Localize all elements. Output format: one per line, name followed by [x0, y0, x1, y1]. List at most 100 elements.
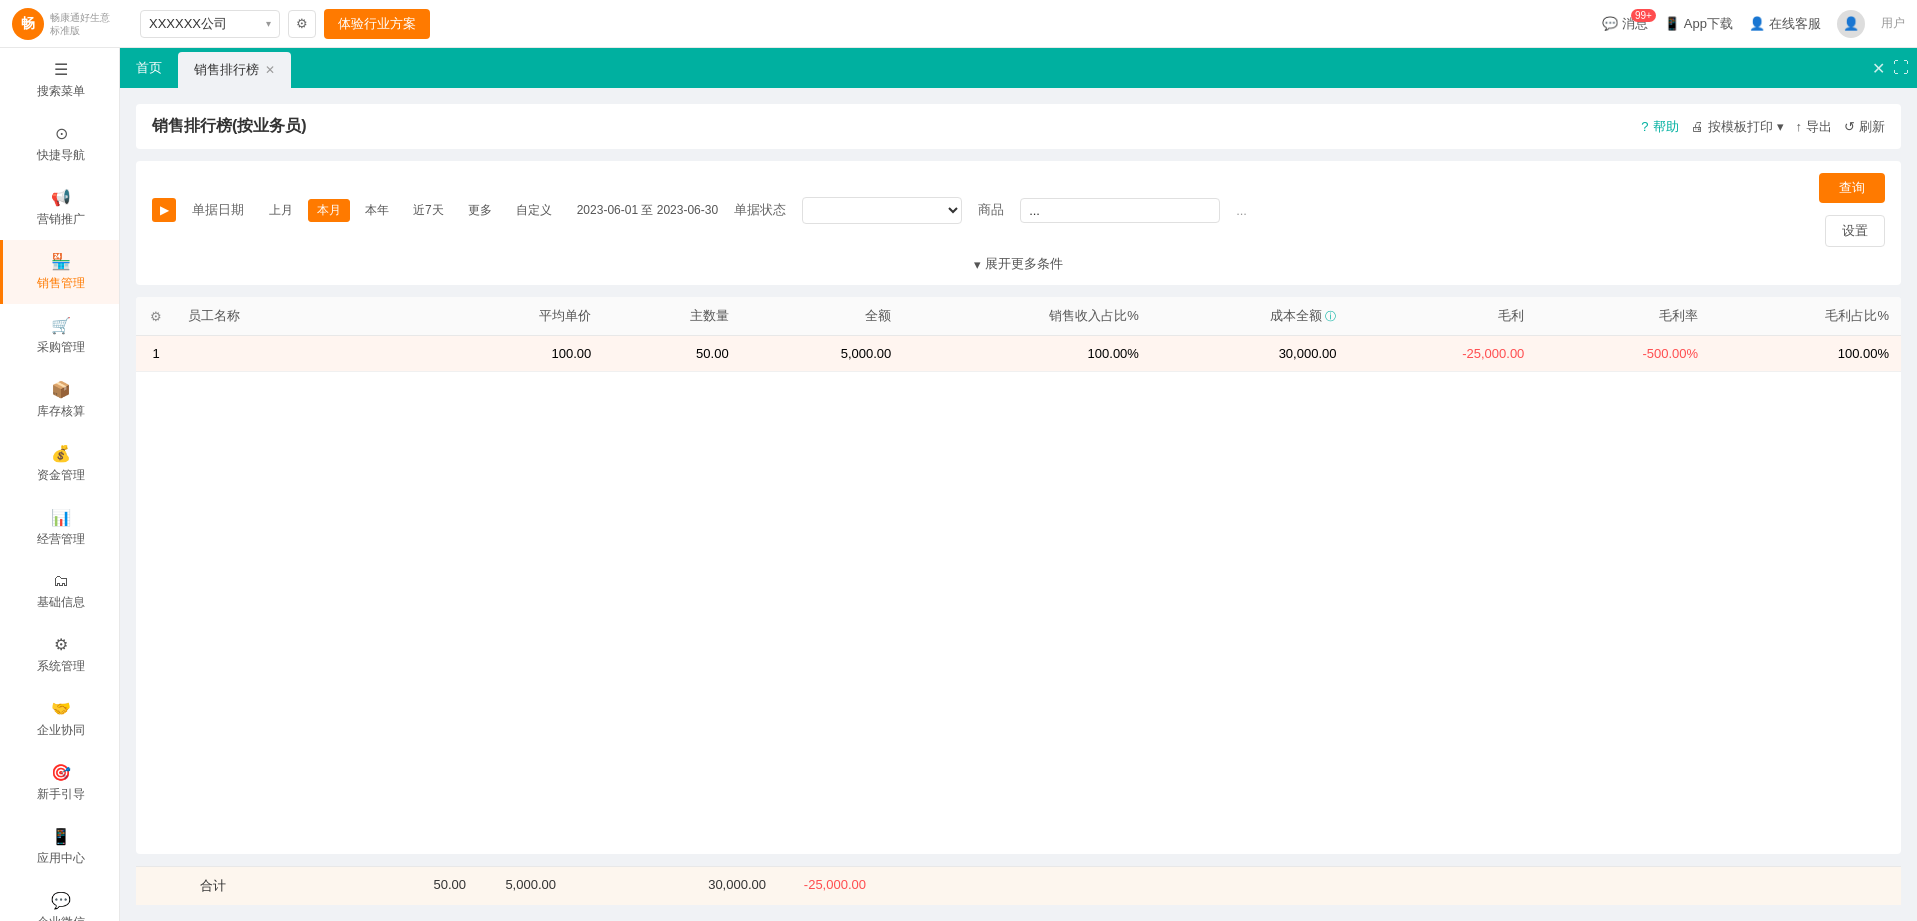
sidebar-item-marketing[interactable]: 📢 营销推广 [0, 176, 119, 240]
top-bar: 畅 畅康通好生意 标准版 XXXXXX公司 ▾ ⚙ 体验行业方案 💬 消息 99… [0, 0, 1917, 48]
tab-right-actions: ✕ ⛶ [1864, 48, 1917, 88]
sidebar-item-label: 应用中心 [37, 850, 85, 867]
goods-input[interactable] [1020, 198, 1220, 223]
logo-icon: 畅 [12, 8, 44, 40]
footer-spacer [148, 877, 188, 895]
filter-area: ▶ 单据日期 上月 本月 本年 近7天 更多 自定义 2023-06-01 至 … [136, 161, 1901, 285]
sidebar-item-label: 新手引导 [37, 786, 85, 803]
basic-icon: 🗂 [53, 572, 69, 590]
marketing-icon: 📢 [51, 188, 71, 207]
cell-gross: -25,000.00 [1348, 336, 1536, 372]
app-icon: 📱 [1664, 16, 1680, 31]
footer-cells: 合计 50.00 5,000.00 30,000.00 -25,000.00 [148, 877, 1889, 895]
trial-button[interactable]: 体验行业方案 [324, 9, 430, 39]
refresh-button[interactable]: ↺ 刷新 [1844, 118, 1885, 136]
sidebar-item-sales[interactable]: 🏪 销售管理 [0, 240, 119, 304]
page-content: 销售排行榜(按业务员) ? 帮助 🖨 按模板打印 ▾ ↑ 导出 [120, 88, 1917, 921]
sidebar-item-purchase[interactable]: 🛒 采购管理 [0, 304, 119, 368]
sidebar-item-system[interactable]: ⚙ 系统管理 [0, 623, 119, 687]
footer-cost: 30,000.00 [678, 877, 778, 895]
sidebar-item-label: 采购管理 [37, 339, 85, 356]
search-icon: ☰ [54, 60, 68, 79]
query-button[interactable]: 查询 [1819, 173, 1885, 203]
sidebar-item-basic[interactable]: 🗂 基础信息 [0, 560, 119, 623]
tab-sales-ranking[interactable]: 销售排行榜 ✕ [178, 52, 291, 88]
service-icon: 👤 [1749, 16, 1765, 31]
sidebar-item-newguide[interactable]: 🎯 新手引导 [0, 751, 119, 815]
sidebar-item-inventory[interactable]: 📦 库存核算 [0, 368, 119, 432]
tab-home[interactable]: 首页 [120, 48, 178, 88]
cell-gross-rate: -500.00% [1536, 336, 1710, 372]
chevron-down-icon: ▾ [266, 18, 271, 29]
company-settings-btn[interactable]: ⚙ [288, 10, 316, 38]
footer-qty: 50.00 [398, 877, 478, 895]
content-area: 首页 销售排行榜 ✕ ✕ ⛶ 销售排行榜(按业务员) ? 帮助 [120, 48, 1917, 921]
date-btn-more[interactable]: 更多 [459, 199, 501, 222]
date-btn-this-month[interactable]: 本月 [308, 199, 350, 222]
sidebar-item-search[interactable]: ☰ 搜索菜单 [0, 48, 119, 112]
date-btn-7days[interactable]: 近7天 [404, 199, 453, 222]
company-name: XXXXXX公司 [149, 15, 262, 33]
company-selector[interactable]: XXXXXX公司 ▾ [140, 10, 280, 38]
online-service-button[interactable]: 👤 在线客服 [1749, 15, 1821, 33]
purchase-icon: 🛒 [51, 316, 71, 335]
sidebar-item-label: 营销推广 [37, 211, 85, 228]
goods-more-icon[interactable]: ... [1236, 203, 1247, 218]
sidebar-item-label: 系统管理 [37, 658, 85, 675]
status-select[interactable] [802, 197, 962, 224]
data-table: ⚙ 员工名称 平均单价 主数量 全额 销售收入占比% 成本全额 ⓘ 毛利 毛利率… [136, 297, 1901, 372]
app-download-button[interactable]: 📱 App下载 [1664, 15, 1733, 33]
col-avg-price: 平均单价 [438, 297, 604, 336]
sidebar-item-appcenter[interactable]: 📱 应用中心 [0, 815, 119, 879]
page-title: 销售排行榜(按业务员) [152, 116, 307, 137]
sidebar-item-cooperation[interactable]: 🤝 企业协同 [0, 687, 119, 751]
message-button[interactable]: 💬 消息 99+ [1602, 15, 1648, 33]
sidebar-item-management[interactable]: 📊 经营管理 [0, 496, 119, 560]
tab-close-all-icon[interactable]: ✕ [1872, 59, 1885, 78]
settings-button[interactable]: 设置 [1825, 215, 1885, 247]
col-sales-pct: 销售收入占比% [903, 297, 1151, 336]
print-icon: 🖨 [1691, 119, 1704, 134]
sidebar-item-label: 资金管理 [37, 467, 85, 484]
avatar[interactable]: 👤 [1837, 10, 1865, 38]
column-settings-icon[interactable]: ⚙ [150, 309, 162, 324]
footer-amount: 5,000.00 [478, 877, 568, 895]
cell-amount: 5,000.00 [741, 336, 904, 372]
col-qty: 主数量 [603, 297, 740, 336]
expand-row: ▾ 展开更多条件 [152, 255, 1885, 273]
footer-sales-pct [568, 877, 678, 895]
logo-text: 畅康通好生意 标准版 [50, 11, 110, 37]
tab-close-icon[interactable]: ✕ [265, 63, 275, 77]
print-button[interactable]: 🖨 按模板打印 ▾ [1691, 118, 1784, 136]
system-icon: ⚙ [54, 635, 68, 654]
sidebar-item-weixin[interactable]: 💬 企业微信 [0, 879, 119, 921]
date-btn-last-month[interactable]: 上月 [260, 199, 302, 222]
col-gross-rate: 毛利率 [1536, 297, 1710, 336]
sidebar-item-label: 库存核算 [37, 403, 85, 420]
col-settings[interactable]: ⚙ [136, 297, 176, 336]
cell-qty: 50.00 [603, 336, 740, 372]
weixin-icon: 💬 [51, 891, 71, 910]
refresh-icon: ↺ [1844, 119, 1855, 134]
username: 用户 [1881, 15, 1905, 32]
expand-more-button[interactable]: ▾ 展开更多条件 [974, 255, 1063, 273]
filter-row: ▶ 单据日期 上月 本月 本年 近7天 更多 自定义 2023-06-01 至 … [152, 173, 1885, 247]
cell-gross-pct: 100.00% [1710, 336, 1901, 372]
sidebar-item-quicknav[interactable]: ⊙ 快捷导航 [0, 112, 119, 176]
filter-expand-arrow[interactable]: ▶ [152, 198, 176, 222]
sidebar-item-finance[interactable]: 💰 资金管理 [0, 432, 119, 496]
date-btn-custom[interactable]: 自定义 [507, 199, 561, 222]
help-button[interactable]: ? 帮助 [1641, 118, 1678, 136]
sidebar-item-label: 快捷导航 [37, 147, 85, 164]
export-icon: ↑ [1796, 119, 1803, 134]
col-cost: 成本全额 ⓘ [1151, 297, 1349, 336]
main-layout: ☰ 搜索菜单 ⊙ 快捷导航 📢 营销推广 🏪 销售管理 🛒 采购管理 📦 库存核… [0, 48, 1917, 921]
appcenter-icon: 📱 [51, 827, 71, 846]
col-gross: 毛利 [1348, 297, 1536, 336]
export-button[interactable]: ↑ 导出 [1796, 118, 1833, 136]
date-btn-this-year[interactable]: 本年 [356, 199, 398, 222]
cell-rank: 1 [136, 336, 176, 372]
tab-expand-icon[interactable]: ⛶ [1893, 59, 1909, 77]
home-tab-label: 首页 [136, 59, 162, 77]
print-dropdown-icon: ▾ [1777, 119, 1784, 134]
